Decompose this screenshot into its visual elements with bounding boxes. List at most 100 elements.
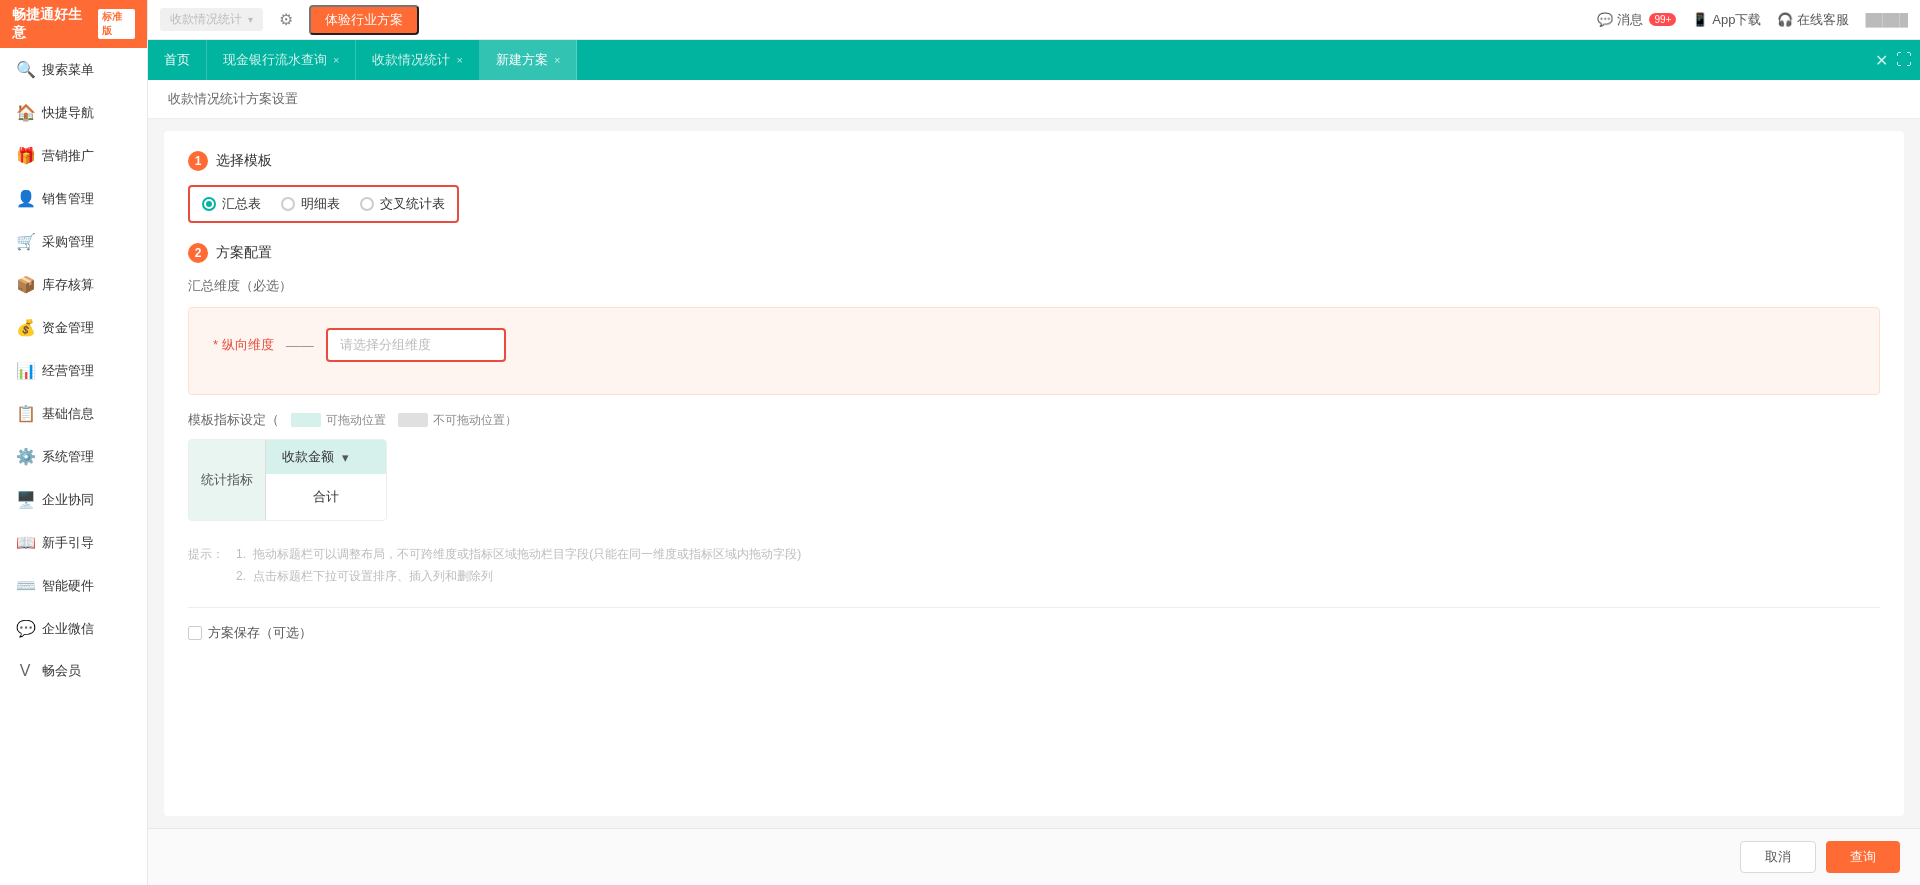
dimension-placeholder: 请选择分组维度 xyxy=(340,337,431,352)
support-label: 在线客服 xyxy=(1797,11,1849,29)
metrics-area: 统计指标 收款金额 ▾ 合计 xyxy=(188,439,387,521)
step2-title: 方案配置 xyxy=(216,244,272,262)
tab-collection[interactable]: 收款情况统计 × xyxy=(356,40,479,80)
step1-section: 1 选择模板 汇总表 明细表 交叉统计表 xyxy=(188,151,1880,223)
sidebar-item-label: 营销推广 xyxy=(42,147,94,165)
sidebar-item-purchase[interactable]: 🛒 采购管理 xyxy=(0,220,147,263)
tab-cashflow-close[interactable]: × xyxy=(333,54,339,66)
sidebar-item-guide[interactable]: 📖 新手引导 xyxy=(0,521,147,564)
settings-gear-icon[interactable]: ⚙ xyxy=(275,6,297,33)
non-draggable-item: 不可拖动位置） xyxy=(398,412,517,429)
query-button[interactable]: 查询 xyxy=(1826,841,1900,873)
gift-icon: 🎁 xyxy=(16,146,34,165)
top-right-actions: 💬 消息 99+ 📱 App下载 🎧 在线客服 █████ xyxy=(1597,11,1908,29)
notification-label: 消息 xyxy=(1617,11,1643,29)
radio-detail-label: 明细表 xyxy=(301,195,340,213)
sidebar-item-basic-info[interactable]: 📋 基础信息 xyxy=(0,392,147,435)
hardware-icon: ⌨️ xyxy=(16,576,34,595)
non-draggable-box xyxy=(398,413,428,427)
draggable-legend: 模板指标设定（ 可拖动位置 不可拖动位置） xyxy=(188,411,1880,429)
sidebar-item-marketing[interactable]: 🎁 营销推广 xyxy=(0,134,147,177)
sidebar-item-label: 经营管理 xyxy=(42,362,94,380)
sidebar-item-label: 基础信息 xyxy=(42,405,94,423)
radio-cross-dot xyxy=(360,197,374,211)
collab-icon: 🖥️ xyxy=(16,490,34,509)
tab-collection-close[interactable]: × xyxy=(456,54,462,66)
step1-header: 1 选择模板 xyxy=(188,151,1880,171)
tab-home[interactable]: 首页 xyxy=(148,40,207,80)
sidebar-item-sales[interactable]: 👤 销售管理 xyxy=(0,177,147,220)
dimension-select[interactable]: 请选择分组维度 xyxy=(326,328,506,362)
sidebar-item-finance[interactable]: 💰 资金管理 xyxy=(0,306,147,349)
sidebar-item-collab[interactable]: 🖥️ 企业协同 xyxy=(0,478,147,521)
sidebar-item-nav[interactable]: 🏠 快捷导航 xyxy=(0,91,147,134)
template-selector: 汇总表 明细表 交叉统计表 xyxy=(188,185,459,223)
form-card: 1 选择模板 汇总表 明细表 交叉统计表 xyxy=(164,131,1904,816)
content-area: 收款情况统计方案设置 1 选择模板 汇总表 明细表 xyxy=(148,80,1920,828)
save-option-label: 方案保存（可选） xyxy=(208,624,312,642)
breadcrumb-path: 收款情况统计 ▾ xyxy=(160,8,263,31)
sidebar-item-inventory[interactable]: 📦 库存核算 xyxy=(0,263,147,306)
chart-icon: 📊 xyxy=(16,361,34,380)
sidebar-item-wechat[interactable]: 💬 企业微信 xyxy=(0,607,147,650)
trial-button[interactable]: 体验行业方案 xyxy=(309,5,419,35)
hint-2: 2. 点击标题栏下拉可设置排序、插入列和删除列 xyxy=(188,566,1880,588)
gear-icon: ⚙️ xyxy=(16,447,34,466)
draggable-item: 可拖动位置 xyxy=(291,412,386,429)
cancel-button[interactable]: 取消 xyxy=(1740,841,1816,873)
sidebar-item-operations[interactable]: 📊 经营管理 xyxy=(0,349,147,392)
sidebar-item-member[interactable]: V 畅会员 xyxy=(0,650,147,692)
download-icon: 📱 xyxy=(1692,12,1708,27)
tab-new-plan-close[interactable]: × xyxy=(554,54,560,66)
metrics-col-header[interactable]: 收款金额 ▾ xyxy=(266,440,386,474)
step2-section: 2 方案配置 汇总维度（必选） * 纵向维度 —— 请选择分组维度 xyxy=(188,243,1880,587)
metrics-config-label: 模板指标设定（ xyxy=(188,411,279,429)
radio-cross-label: 交叉统计表 xyxy=(380,195,445,213)
sidebar-item-hardware[interactable]: ⌨️ 智能硬件 xyxy=(0,564,147,607)
notification-badge: 99+ xyxy=(1649,13,1676,26)
draggable-box xyxy=(291,413,321,427)
divider xyxy=(188,607,1880,608)
box-icon: 📦 xyxy=(16,275,34,294)
step2-number: 2 xyxy=(188,243,208,263)
step1-number: 1 xyxy=(188,151,208,171)
footer: 取消 查询 xyxy=(148,828,1920,885)
sidebar-item-label: 畅会员 xyxy=(42,662,81,680)
sidebar-item-label: 采购管理 xyxy=(42,233,94,251)
save-option-section: 方案保存（可选） xyxy=(188,624,1880,642)
sidebar: 畅捷通好生意 标准版 🔍 搜索菜单 🏠 快捷导航 🎁 营销推广 👤 销售管理 🛒… xyxy=(0,0,148,885)
sidebar-item-label: 新手引导 xyxy=(42,534,94,552)
close-window-icon[interactable]: ✕ xyxy=(1875,51,1888,70)
support-item[interactable]: 🎧 在线客服 xyxy=(1777,11,1849,29)
step2-header: 2 方案配置 xyxy=(188,243,1880,263)
download-item[interactable]: 📱 App下载 xyxy=(1692,11,1761,29)
tab-cashflow[interactable]: 现金银行流水查询 × xyxy=(207,40,356,80)
member-icon: V xyxy=(16,662,34,680)
sidebar-item-label: 企业协同 xyxy=(42,491,94,509)
tab-new-plan-label: 新建方案 xyxy=(496,51,548,69)
tab-new-plan[interactable]: 新建方案 × xyxy=(480,40,577,80)
expand-icon[interactable]: ⛶ xyxy=(1896,51,1912,69)
notification-item[interactable]: 💬 消息 99+ xyxy=(1597,11,1676,29)
save-checkbox[interactable] xyxy=(188,626,202,640)
step1-title: 选择模板 xyxy=(216,152,272,170)
dimension-row: * 纵向维度 —— 请选择分组维度 xyxy=(213,328,1855,362)
sidebar-item-search[interactable]: 🔍 搜索菜单 xyxy=(0,48,147,91)
dimension-area: * 纵向维度 —— 请选择分组维度 xyxy=(188,307,1880,395)
radio-summary-dot xyxy=(202,197,216,211)
tab-bar: 首页 现金银行流水查询 × 收款情况统计 × 新建方案 × ✕ ⛶ xyxy=(148,40,1920,80)
home-icon: 🏠 xyxy=(16,103,34,122)
logo-badge: 标准版 xyxy=(98,9,135,39)
sidebar-item-system[interactable]: ⚙️ 系统管理 xyxy=(0,435,147,478)
radio-cross[interactable]: 交叉统计表 xyxy=(360,195,445,213)
breadcrumb-text: 收款情况统计 xyxy=(170,11,242,28)
radio-detail[interactable]: 明细表 xyxy=(281,195,340,213)
user-icon: 👤 xyxy=(16,189,34,208)
page-title: 收款情况统计方案设置 xyxy=(168,91,298,106)
sidebar-item-label: 销售管理 xyxy=(42,190,94,208)
stat-indicator-label: 统计指标 xyxy=(189,440,266,520)
top-header: 收款情况统计 ▾ ⚙ 体验行业方案 💬 消息 99+ 📱 App下载 🎧 在线客… xyxy=(148,0,1920,40)
radio-summary[interactable]: 汇总表 xyxy=(202,195,261,213)
wechat-icon: 💬 xyxy=(16,619,34,638)
sidebar-item-label: 资金管理 xyxy=(42,319,94,337)
